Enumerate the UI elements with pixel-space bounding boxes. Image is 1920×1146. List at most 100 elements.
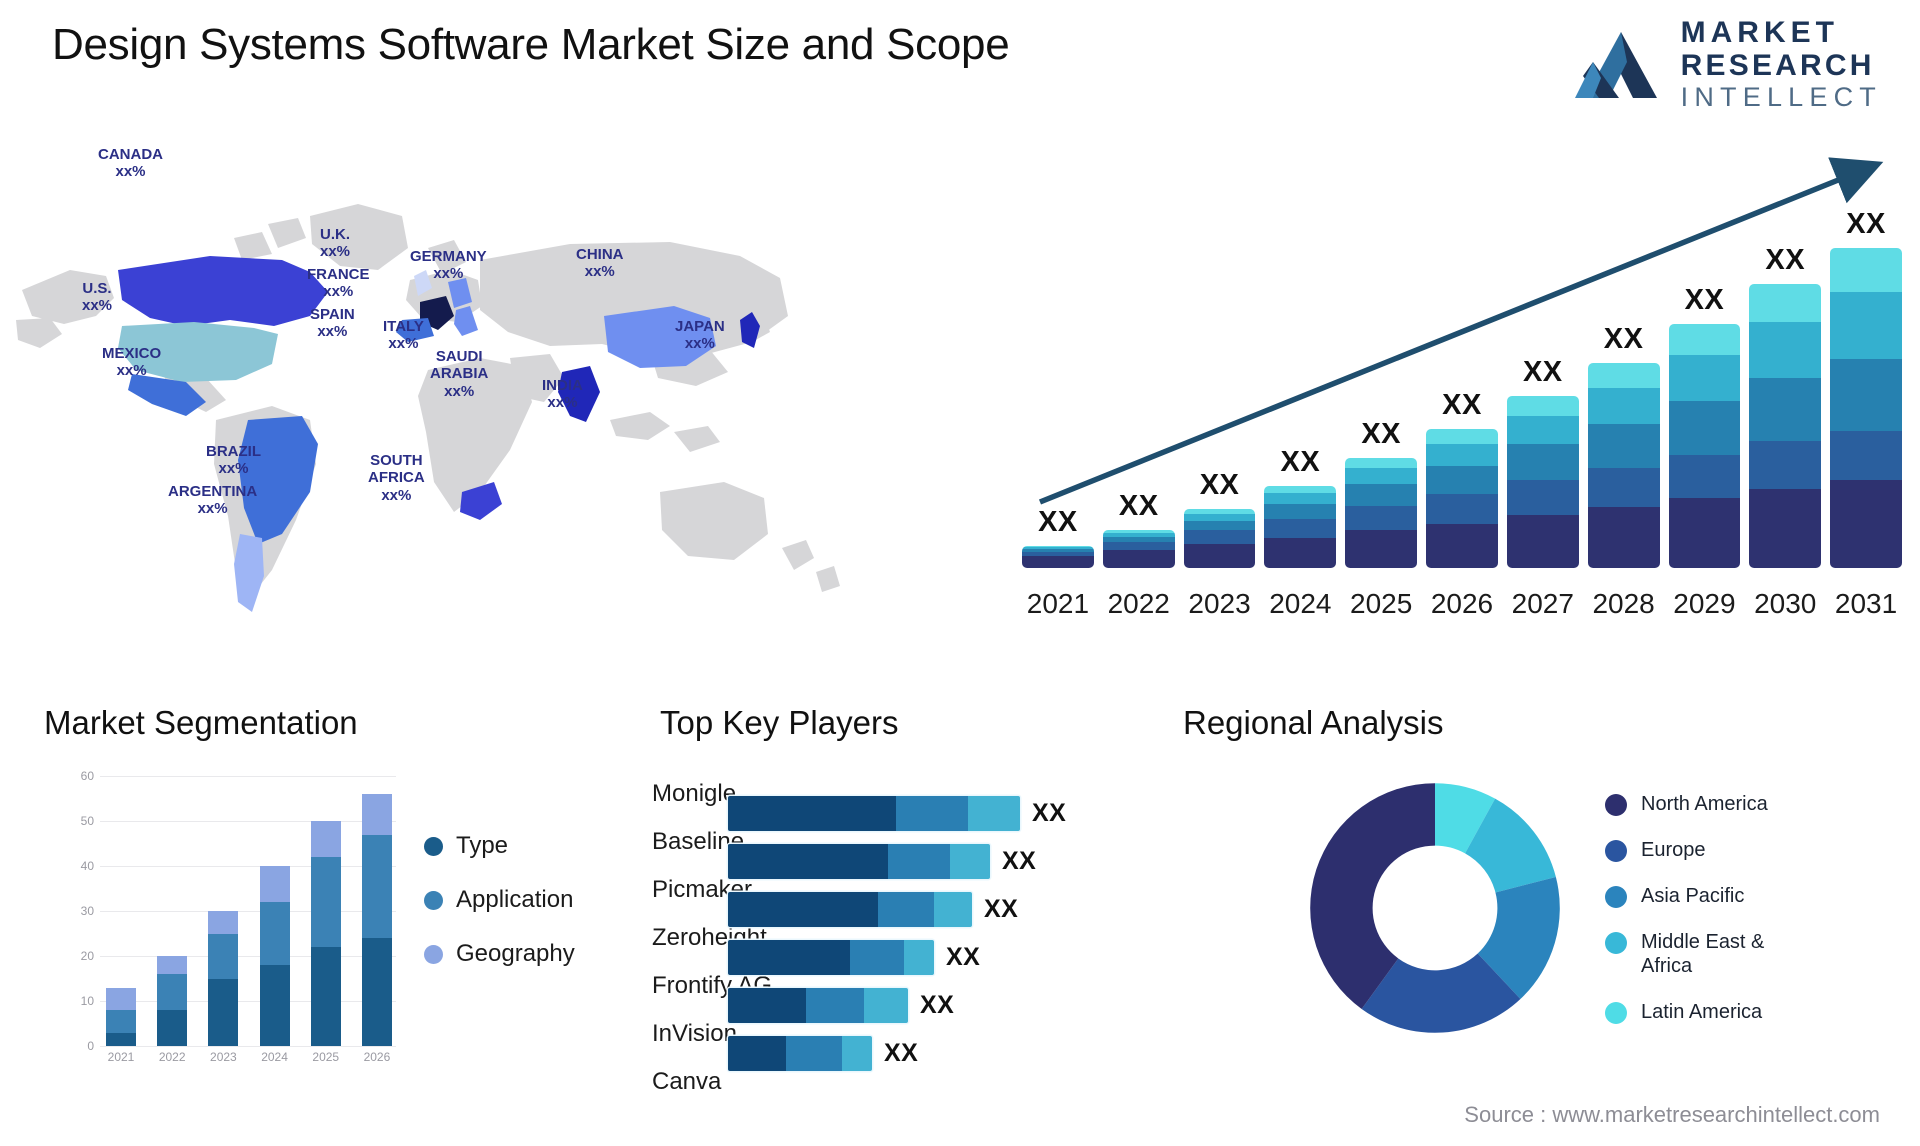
player-bar-value-label: XX [1002, 847, 1037, 875]
regional-legend-item: Middle East & Africa [1605, 930, 1811, 978]
forecast-bar-stack [1102, 530, 1175, 568]
legend-label: Latin America [1641, 1001, 1763, 1023]
segmentation-legend-item: Geography [424, 940, 575, 968]
segmentation-legend: Type Application Geography [424, 832, 575, 968]
players-bar-list: XX XX XX XX XX XX [728, 796, 1158, 1071]
player-bar-segment [728, 796, 896, 831]
segmentation-y-tick: 60 [80, 769, 94, 783]
regional-legend-item: Europe [1605, 838, 1811, 862]
segmentation-plot: 0 10 20 30 40 50 60 2021 2022 2023 2024 2025 2026 [66, 769, 396, 1064]
map-label-india: INDIA xx% [542, 377, 583, 412]
segmentation-bar-segment [259, 965, 290, 1046]
legend-label: North America [1641, 793, 1768, 815]
players-title: Top Key Players [660, 704, 899, 741]
forecast-year-label: 2025 [1350, 588, 1413, 619]
forecast-bar-segment [1264, 485, 1337, 494]
player-bar-segment [878, 892, 934, 927]
regional-legend-item: Asia Pacific [1605, 884, 1811, 908]
legend-label: Type [456, 832, 509, 859]
legend-color-dot [1605, 840, 1627, 862]
forecast-bar-segment [1183, 543, 1256, 568]
legend-label: Asia Pacific [1641, 885, 1745, 907]
forecast-bar-segment [1668, 454, 1741, 498]
segmentation-legend-item: Type [424, 832, 575, 860]
forecast-bar-column: XX [1022, 208, 1094, 568]
segmentation-x-tick: 2021 [107, 1050, 135, 1064]
player-bar-segment [896, 796, 968, 831]
segmentation-bar-segment [208, 933, 239, 979]
map-label-south-africa: SOUTH AFRICA xx% [368, 452, 425, 504]
forecast-bar-column: XX [1102, 208, 1175, 568]
infographic-page: Design Systems Software Market Size and … [0, 0, 1920, 1146]
segmentation-bar-segment [259, 866, 290, 902]
segmentation-bar-segment [106, 1010, 136, 1033]
forecast-bar-stack [1830, 248, 1902, 568]
map-label-u-s-: U.S. xx% [82, 280, 113, 315]
forecast-year-label: 2027 [1511, 588, 1574, 619]
brand-logo: MARKET RESEARCH INTELLECT [1571, 18, 1882, 111]
forecast-bar-segment [1426, 429, 1498, 445]
forecast-bar-column: XX [1264, 208, 1337, 568]
segmentation-y-tick: 50 [80, 814, 94, 828]
player-bar-row: XX [728, 892, 1158, 927]
segmentation-x-tick: 2025 [312, 1050, 340, 1064]
forecast-bars: XX XX XX XX XX XX XX XX XX XX XX [1022, 208, 1902, 568]
player-bar-segment [888, 844, 950, 879]
segmentation-bars [106, 776, 392, 1046]
segmentation-bar-column [106, 776, 136, 1046]
forecast-bar-value-label: XX [1199, 469, 1240, 502]
forecast-bar-segment [1264, 493, 1337, 505]
legend-color-dot [1605, 932, 1627, 954]
segmentation-legend-item: Application [424, 886, 575, 914]
segmentation-bar-column [208, 776, 239, 1046]
segmentation-bar-segment [361, 794, 392, 835]
forecast-year-label: 2023 [1188, 588, 1251, 619]
segmentation-x-tick: 2024 [261, 1050, 288, 1064]
segmentation-bar-segment [106, 987, 136, 1010]
player-bar-segment [728, 988, 806, 1023]
forecast-bar-segment [1345, 468, 1418, 485]
player-bar-segment [786, 1036, 842, 1071]
segmentation-bar-segment [259, 902, 290, 965]
forecast-bar-segment [1426, 523, 1498, 568]
country-canada [118, 256, 328, 326]
player-bar [728, 844, 990, 879]
segmentation-bar-column [310, 776, 341, 1046]
legend-color-dot [424, 890, 443, 910]
player-bar [728, 988, 908, 1023]
segmentation-bar-segment [157, 956, 188, 974]
forecast-bar-segment [1022, 555, 1094, 568]
regional-donut-chart [1310, 783, 1560, 1033]
mountain-logo-icon [1574, 31, 1657, 98]
forecast-bar-segment [1506, 396, 1579, 416]
forecast-bar-segment [1506, 480, 1579, 516]
player-bar-segment [728, 1036, 786, 1071]
segmentation-bar-segment [310, 857, 341, 947]
map-label-argentina: ARGENTINA xx% [168, 483, 258, 518]
forecast-bar-column: XX [1426, 208, 1498, 568]
player-bar-segment [728, 844, 888, 879]
player-bar-segment [934, 892, 972, 927]
forecast-bar-stack [1426, 429, 1498, 568]
player-bar-value-label: XX [884, 1039, 919, 1067]
forecast-bar-segment [1426, 465, 1498, 494]
segmentation-gridline [100, 1046, 396, 1047]
forecast-bar-stack [1183, 509, 1256, 568]
segmentation-bar-segment [157, 1010, 188, 1046]
forecast-bar-segment [1264, 504, 1337, 519]
map-label-canada: CANADA xx% [98, 146, 163, 181]
segmentation-bar-column [157, 776, 188, 1046]
logo-line-1: MARKET [1680, 16, 1839, 49]
forecast-bar-column: XX [1668, 208, 1741, 568]
forecast-year-label: 2029 [1673, 588, 1736, 619]
player-bar-segment [806, 988, 864, 1023]
map-label-china: CHINA xx% [576, 246, 624, 281]
forecast-bar-value-label: XX [1118, 490, 1159, 523]
player-bar-segment [850, 940, 904, 975]
legend-color-dot [424, 944, 443, 964]
forecast-bar-stack [1668, 324, 1741, 568]
segmentation-bar-column [361, 776, 392, 1046]
regional-title: Regional Analysis [1183, 704, 1444, 741]
forecast-bar-value-label: XX [1280, 445, 1321, 478]
forecast-bar-segment [1426, 444, 1498, 466]
